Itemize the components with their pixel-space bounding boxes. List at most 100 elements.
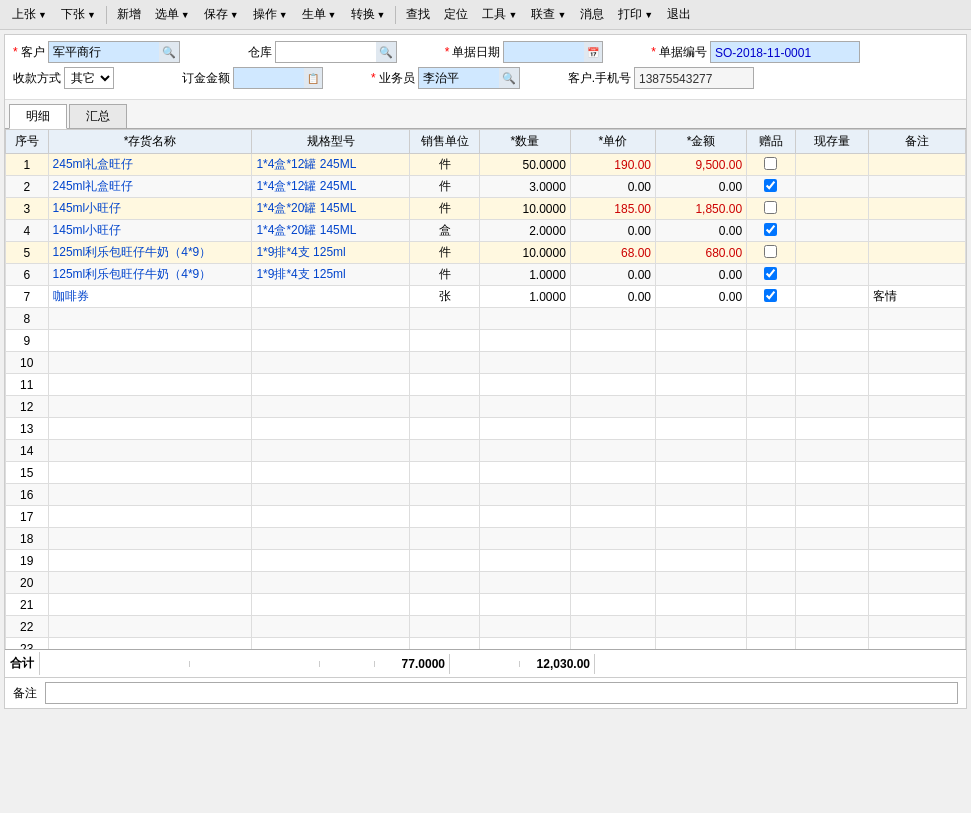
cell-spec[interactable] [252,638,410,650]
cell-unit[interactable] [410,572,479,594]
cell-qty[interactable] [479,440,570,462]
customer-input-wrapper[interactable]: 🔍 [48,41,180,63]
cell-spec[interactable]: 1*9排*4支 125ml [252,242,410,264]
warehouse-input[interactable] [276,42,376,62]
cell-amount[interactable] [655,484,746,506]
cell-note[interactable] [868,330,965,352]
cell-qty[interactable] [479,396,570,418]
note-input[interactable] [45,682,958,704]
cell-unit[interactable]: 盒 [410,220,479,242]
cell-note[interactable] [868,198,965,220]
cell-note[interactable] [868,594,965,616]
gift-checkbox[interactable] [764,245,777,258]
gift-checkbox[interactable] [764,267,777,280]
cell-name[interactable] [48,528,252,550]
cell-unit[interactable] [410,462,479,484]
gift-checkbox[interactable] [764,179,777,192]
cell-qty[interactable] [479,484,570,506]
table-row[interactable]: 14 [6,440,966,462]
cell-qty[interactable]: 2.0000 [479,220,570,242]
cell-spec[interactable]: 1*4盒*12罐 245ML [252,176,410,198]
cell-amount[interactable] [655,616,746,638]
cell-note[interactable] [868,396,965,418]
table-row[interactable]: 1 245ml礼盒旺仔 1*4盒*12罐 245ML 件 50.0000 190… [6,154,966,176]
cell-spec[interactable] [252,396,410,418]
cell-name[interactable] [48,484,252,506]
btn-add[interactable]: 新增 [111,4,147,25]
cell-note[interactable] [868,616,965,638]
table-row[interactable]: 12 [6,396,966,418]
cell-note[interactable] [868,484,965,506]
cell-spec[interactable]: 1*4盒*12罐 245ML [252,154,410,176]
cell-amount[interactable]: 680.00 [655,242,746,264]
cell-qty[interactable]: 3.0000 [479,176,570,198]
cell-note[interactable] [868,220,965,242]
cell-price[interactable]: 68.00 [570,242,655,264]
table-row[interactable]: 3 145ml小旺仔 1*4盒*20罐 145ML 件 10.0000 185.… [6,198,966,220]
cell-unit[interactable] [410,550,479,572]
cell-price[interactable] [570,396,655,418]
cell-amount[interactable]: 0.00 [655,286,746,308]
cell-spec[interactable]: 1*9排*4支 125ml [252,264,410,286]
cell-qty[interactable] [479,616,570,638]
table-row[interactable]: 11 [6,374,966,396]
cell-note[interactable] [868,506,965,528]
salesperson-search-icon[interactable]: 🔍 [499,68,519,88]
cell-qty[interactable] [479,374,570,396]
cell-name[interactable] [48,506,252,528]
cell-note[interactable] [868,638,965,650]
cell-amount[interactable] [655,550,746,572]
cell-amount[interactable] [655,396,746,418]
cell-note[interactable] [868,572,965,594]
cell-amount[interactable] [655,330,746,352]
table-row[interactable]: 8 [6,308,966,330]
cell-qty[interactable]: 10.0000 [479,242,570,264]
cell-price[interactable] [570,506,655,528]
cell-unit[interactable]: 张 [410,286,479,308]
cell-note[interactable] [868,242,965,264]
cell-name[interactable] [48,374,252,396]
table-row[interactable]: 17 [6,506,966,528]
gift-checkbox[interactable] [764,223,777,236]
cell-price[interactable] [570,484,655,506]
cell-name[interactable]: 245ml礼盒旺仔 [48,176,252,198]
customer-input[interactable] [49,42,159,62]
cell-spec[interactable] [252,572,410,594]
cell-qty[interactable]: 10.0000 [479,198,570,220]
tab-summary[interactable]: 汇总 [69,104,127,128]
table-row[interactable]: 22 [6,616,966,638]
cell-price[interactable] [570,352,655,374]
salesperson-input[interactable] [419,68,499,88]
btn-operate[interactable]: 操作 ▼ [247,4,294,25]
cell-price[interactable]: 0.00 [570,176,655,198]
table-row[interactable]: 7 咖啡券 张 1.0000 0.00 0.00 客情 [6,286,966,308]
warehouse-search-icon[interactable]: 🔍 [376,42,396,62]
cell-name[interactable] [48,308,252,330]
btn-generate[interactable]: 生单 ▼ [296,4,343,25]
cell-unit[interactable] [410,528,479,550]
btn-select[interactable]: 选单 ▼ [149,4,196,25]
btn-prev[interactable]: 上张 ▼ [6,4,53,25]
cell-price[interactable] [570,638,655,650]
deposit-picker-icon[interactable]: 📋 [304,68,322,88]
gift-checkbox[interactable] [764,201,777,214]
table-row[interactable]: 9 [6,330,966,352]
cell-spec[interactable] [252,506,410,528]
cell-name[interactable]: 125ml利乐包旺仔牛奶（4*9） [48,264,252,286]
btn-tools[interactable]: 工具 ▼ [476,4,523,25]
cell-amount[interactable] [655,418,746,440]
cell-amount[interactable] [655,374,746,396]
deposit-input-wrapper[interactable]: 0.00 📋 [233,67,323,89]
cell-qty[interactable] [479,638,570,650]
cell-unit[interactable] [410,396,479,418]
cell-price[interactable] [570,440,655,462]
cell-amount[interactable]: 0.00 [655,220,746,242]
cell-spec[interactable] [252,550,410,572]
cell-qty[interactable]: 1.0000 [479,286,570,308]
gift-checkbox[interactable] [764,289,777,302]
cell-amount[interactable]: 9,500.00 [655,154,746,176]
cell-unit[interactable] [410,484,479,506]
cell-unit[interactable] [410,418,479,440]
cell-price[interactable]: 0.00 [570,286,655,308]
salesperson-input-wrapper[interactable]: 🔍 [418,67,520,89]
